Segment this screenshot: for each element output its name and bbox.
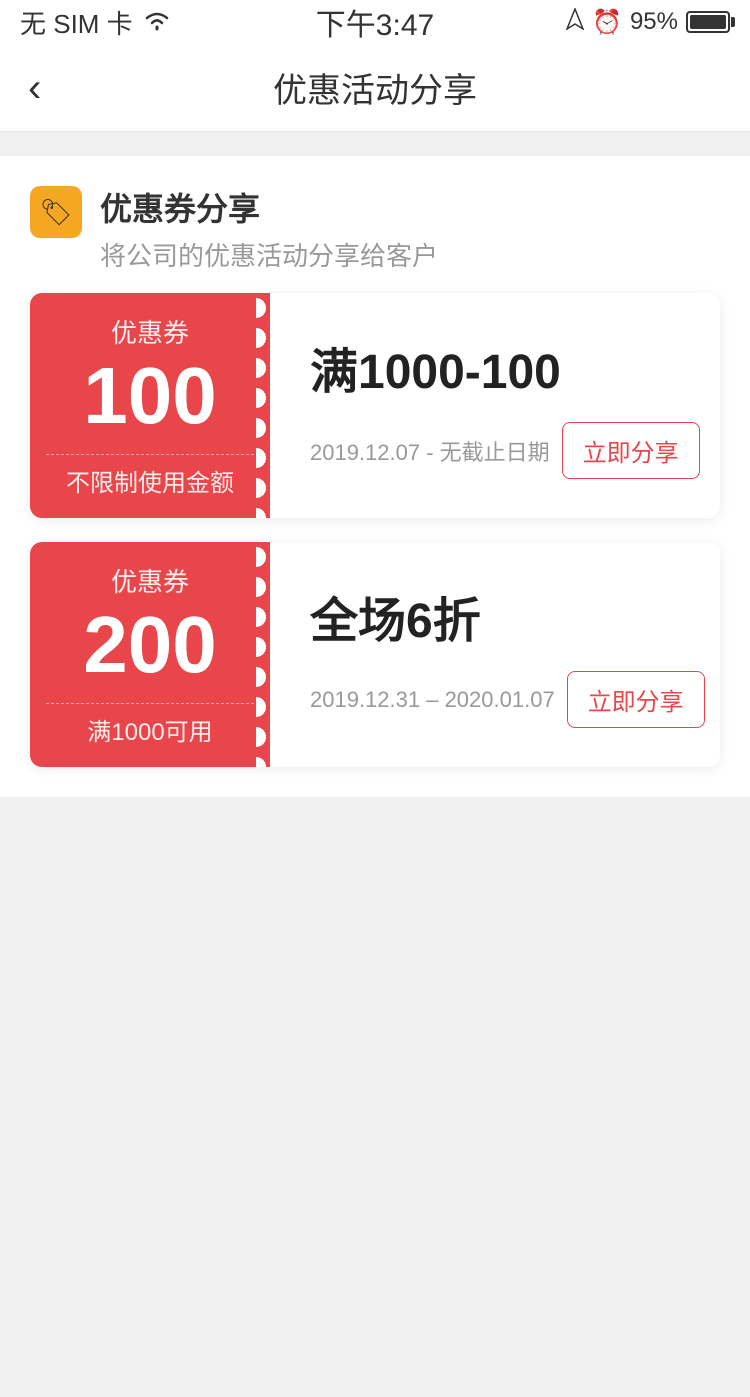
nav-bar: ‹ 优惠活动分享 xyxy=(0,44,750,132)
coupon-label-2: 优惠券 xyxy=(111,562,189,599)
status-time: 下午3:47 xyxy=(316,0,434,44)
section-header: 🏷 优惠券分享 将公司的优惠活动分享给客户 xyxy=(0,156,750,293)
back-button[interactable]: ‹ xyxy=(28,68,41,108)
battery-text: 95% xyxy=(630,8,678,36)
share-button-2[interactable]: 立即分享 xyxy=(567,671,705,728)
coupon-amount-1: 100 xyxy=(83,356,216,436)
coupon-divider-2 xyxy=(46,703,254,704)
coupon-right-2: 全场6折 2019.12.31 – 2020.01.07 立即分享 xyxy=(270,542,720,767)
coupon-footer-1: 2019.12.07 - 无截止日期 立即分享 xyxy=(310,422,692,479)
coupon-left-1: 优惠券 100 不限制使用金额 xyxy=(30,293,270,518)
section-text-group: 优惠券分享 将公司的优惠活动分享给客户 xyxy=(100,184,438,273)
coupon-divider-1 xyxy=(46,454,254,455)
carrier-text: 无 SIM 卡 xyxy=(20,4,133,41)
coupon-list: 优惠券 100 不限制使用金额 满1000-100 2019.12.07 - 无… xyxy=(0,293,750,797)
coupon-right-1: 满1000-100 2019.12.07 - 无截止日期 立即分享 xyxy=(270,293,720,518)
coupon-condition-2: 满1000可用 xyxy=(87,712,212,747)
section-icon: 🏷 xyxy=(30,186,82,238)
share-button-1[interactable]: 立即分享 xyxy=(562,422,700,479)
coupon-amount-2: 200 xyxy=(83,605,216,685)
coupon-label-1: 优惠券 xyxy=(111,313,189,350)
coupon-left-2: 优惠券 200 满1000可用 xyxy=(30,542,270,767)
coupon-card-1: 优惠券 100 不限制使用金额 满1000-100 2019.12.07 - 无… xyxy=(30,293,720,518)
location-icon xyxy=(566,8,584,37)
coupon-title-2: 全场6折 xyxy=(310,581,692,651)
section-title: 优惠券分享 xyxy=(100,184,438,230)
coupon-condition-1: 不限制使用金额 xyxy=(66,463,234,498)
coupon-footer-2: 2019.12.31 – 2020.01.07 立即分享 xyxy=(310,671,692,728)
bottom-empty-area xyxy=(0,797,750,1397)
battery-icon xyxy=(686,11,730,33)
status-right: ⏰ 95% xyxy=(566,8,730,37)
section-subtitle: 将公司的优惠活动分享给客户 xyxy=(100,236,438,273)
section-gap-top xyxy=(0,132,750,156)
coupon-date-1: 2019.12.07 - 无截止日期 xyxy=(310,435,550,467)
alarm-icon: ⏰ xyxy=(592,8,622,37)
status-left: 无 SIM 卡 xyxy=(20,4,171,41)
coupon-date-2: 2019.12.31 – 2020.01.07 xyxy=(310,687,555,713)
wifi-icon xyxy=(143,7,171,38)
page-title: 优惠活动分享 xyxy=(273,63,477,112)
coupon-title-1: 满1000-100 xyxy=(310,332,692,402)
status-bar: 无 SIM 卡 下午3:47 ⏰ 95% xyxy=(0,0,750,44)
coupon-card-2: 优惠券 200 满1000可用 全场6折 2019.12.31 – 2020.0… xyxy=(30,542,720,767)
